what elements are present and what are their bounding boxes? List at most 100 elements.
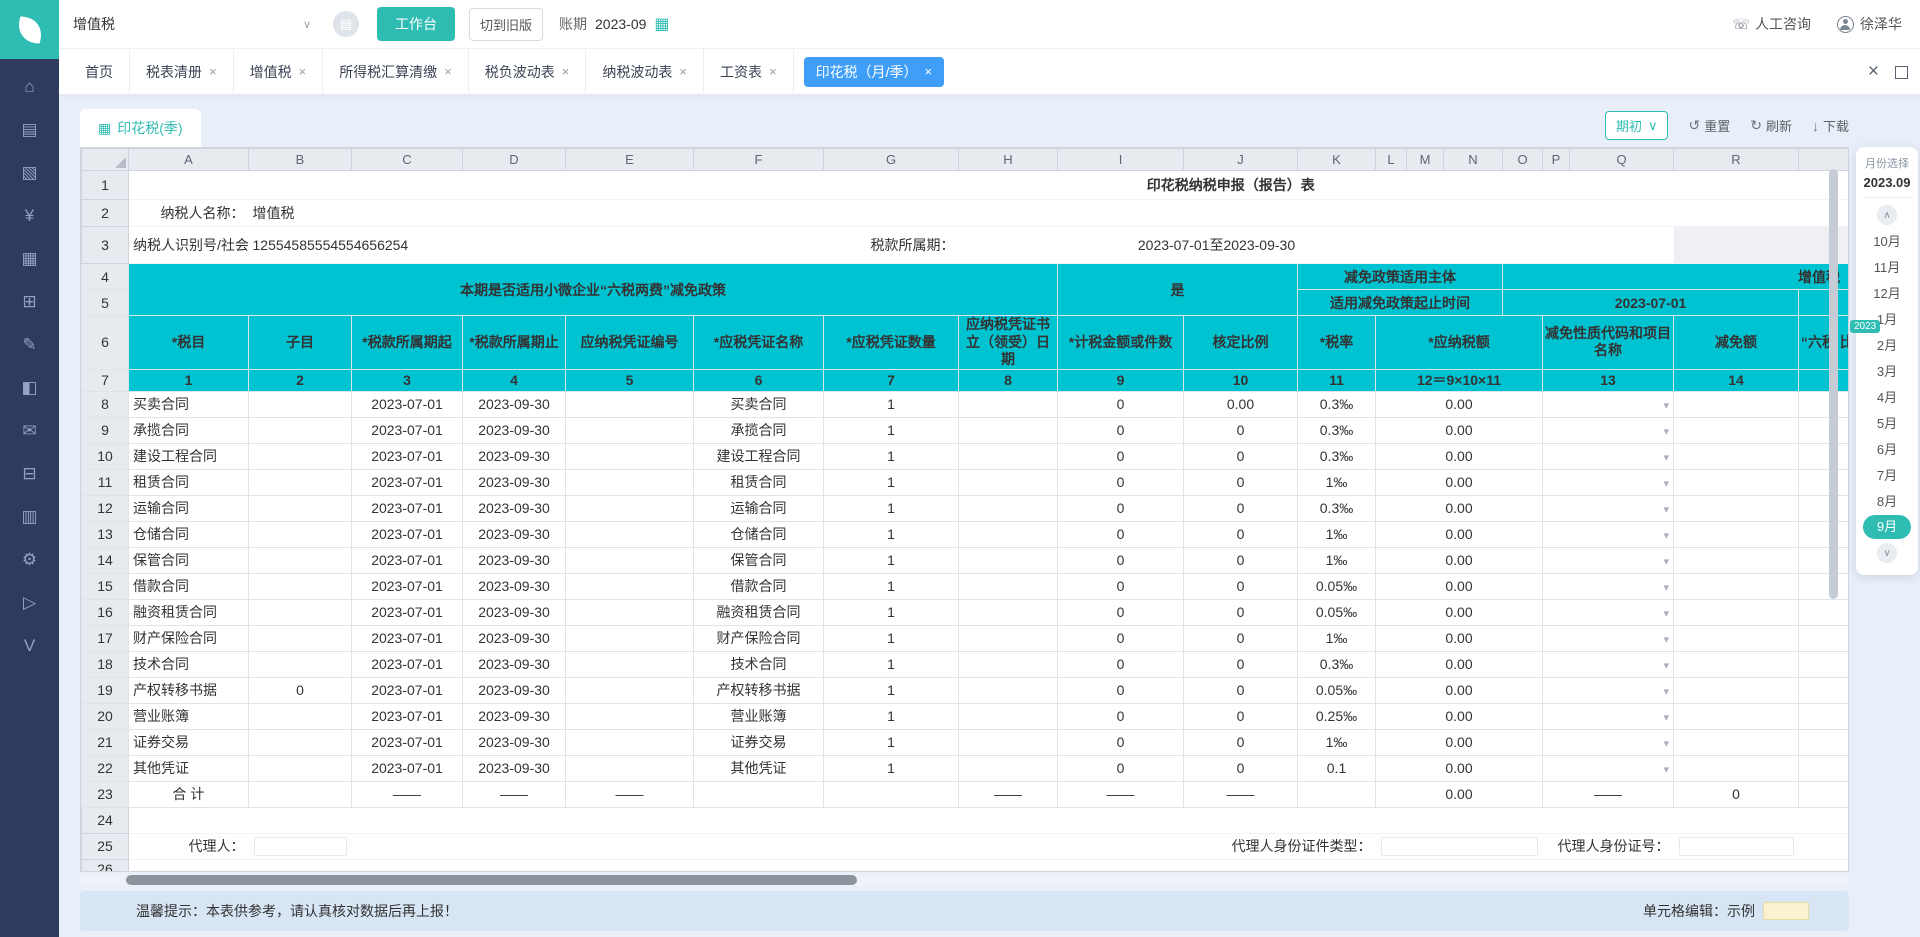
tax-due-cell[interactable]: 0.00: [1375, 442, 1543, 470]
tax-due-cell[interactable]: 0.00: [1375, 598, 1543, 626]
cell[interactable]: [1798, 494, 1848, 522]
cell[interactable]: [1798, 598, 1848, 626]
column-header[interactable]: J: [1183, 148, 1298, 171]
cell[interactable]: [1798, 416, 1848, 444]
total-deduction-cell[interactable]: 0: [1673, 780, 1799, 808]
deduction-amount-cell[interactable]: [1673, 650, 1799, 678]
voucher-name-cell[interactable]: 建设工程合同: [693, 442, 824, 470]
ratio-cell[interactable]: 0: [1183, 520, 1298, 548]
rate-cell[interactable]: 0.05‰: [1297, 598, 1376, 626]
amount-cell[interactable]: 0: [1057, 520, 1184, 548]
ratio-cell[interactable]: 0.00: [1183, 390, 1298, 418]
close-icon[interactable]: ×: [1868, 61, 1879, 83]
ratio-cell[interactable]: 0: [1183, 598, 1298, 626]
settings-gear-icon[interactable]: ⚙: [0, 546, 59, 574]
month-item[interactable]: 9月: [1863, 515, 1911, 539]
tax-due-cell[interactable]: 0.00: [1375, 468, 1543, 496]
amount-cell[interactable]: 0: [1057, 624, 1184, 652]
company-select[interactable]: 增值税 ∨: [73, 14, 311, 34]
column-header[interactable]: P: [1542, 148, 1570, 171]
column-number-cell[interactable]: 7: [823, 368, 959, 392]
period-end-cell[interactable]: 2023-09-30: [462, 520, 566, 548]
column-number-cell[interactable]: 11: [1297, 368, 1376, 392]
voucher-qty-cell[interactable]: 1: [823, 572, 959, 600]
deduction-code-select[interactable]: ▾: [1542, 416, 1674, 444]
amount-cell[interactable]: 0: [1057, 598, 1184, 626]
month-item[interactable]: 7月: [1856, 463, 1918, 489]
deduction-amount-cell[interactable]: [1673, 442, 1799, 470]
close-icon[interactable]: ×: [924, 64, 932, 79]
column-number-cell[interactable]: 8: [958, 368, 1058, 392]
scroll-up-button[interactable]: ∧: [1877, 205, 1897, 225]
period-end-cell[interactable]: 2023-09-30: [462, 546, 566, 574]
tax-due-cell[interactable]: 0.00: [1375, 624, 1543, 652]
row-number[interactable]: 6: [81, 315, 129, 370]
deduction-code-select[interactable]: ▾: [1542, 598, 1674, 626]
issue-date-cell[interactable]: [958, 520, 1058, 548]
column-number-cell[interactable]: 6: [693, 368, 824, 392]
voucher-qty-cell[interactable]: 1: [823, 624, 959, 652]
rate-cell[interactable]: 1‰: [1297, 728, 1376, 756]
cell[interactable]: [958, 226, 1058, 264]
policy-yes-cell[interactable]: 是: [1057, 263, 1298, 316]
month-item[interactable]: 2月: [1856, 333, 1918, 359]
deduction-amount-cell[interactable]: [1673, 572, 1799, 600]
deduction-code-select[interactable]: ▾: [1542, 546, 1674, 574]
month-item[interactable]: 5月: [1856, 411, 1918, 437]
cell[interactable]: [1798, 728, 1848, 756]
voucher-qty-cell[interactable]: 1: [823, 650, 959, 678]
column-title-cell[interactable]: 减免额: [1673, 315, 1799, 370]
column-header[interactable]: B: [248, 148, 352, 171]
calendar-icon[interactable]: ▦: [654, 14, 669, 34]
cell[interactable]: [1798, 468, 1848, 496]
tax-due-cell[interactable]: 0.00: [1375, 416, 1543, 444]
support-link[interactable]: ☏ 人工咨询: [1732, 14, 1811, 34]
policy-time-label-cell[interactable]: 适用减免政策起止时间: [1297, 289, 1503, 316]
issue-date-cell[interactable]: [958, 650, 1058, 678]
rate-cell[interactable]: 0.1: [1297, 754, 1376, 782]
period-start-cell[interactable]: 2023-07-01: [351, 442, 463, 470]
vertical-scrollbar-thumb[interactable]: [1829, 169, 1838, 599]
horizontal-scrollbar[interactable]: [80, 874, 1849, 886]
period-end-cell[interactable]: 2023-09-30: [462, 702, 566, 730]
month-item[interactable]: 11月: [1856, 255, 1918, 281]
horizontal-scrollbar-thumb[interactable]: [126, 875, 857, 885]
sub-item-cell[interactable]: [248, 728, 352, 756]
column-header[interactable]: R: [1673, 148, 1799, 171]
cell[interactable]: [128, 807, 1848, 834]
cell[interactable]: ——: [1057, 780, 1184, 808]
voucher-no-cell[interactable]: [565, 390, 694, 418]
rate-cell[interactable]: 0.3‰: [1297, 494, 1376, 522]
tax-item-cell[interactable]: 产权转移书据: [128, 676, 249, 704]
column-number-cell[interactable]: 4: [462, 368, 566, 392]
deduction-code-select[interactable]: ▾: [1542, 468, 1674, 496]
cell[interactable]: [823, 780, 959, 808]
tax-item-cell[interactable]: 保管合同: [128, 546, 249, 574]
tax-item-cell[interactable]: 证券交易: [128, 728, 249, 756]
tab-1[interactable]: 税表清册 ×: [130, 48, 234, 95]
month-item[interactable]: 4月: [1856, 385, 1918, 411]
row-number[interactable]: 12: [81, 494, 129, 522]
tax-item-cell[interactable]: 其他凭证: [128, 754, 249, 782]
invoice-icon[interactable]: ▤: [333, 11, 359, 37]
voucher-no-cell[interactable]: [565, 728, 694, 756]
tax-due-cell[interactable]: 0.00: [1375, 754, 1543, 782]
cell[interactable]: [1297, 780, 1376, 808]
month-item[interactable]: 6月: [1856, 437, 1918, 463]
period-start-cell[interactable]: 2023-07-01: [351, 390, 463, 418]
cell[interactable]: ——: [462, 780, 566, 808]
tab-7[interactable]: 印花税（月/季） ×: [803, 56, 945, 87]
cell[interactable]: [693, 780, 824, 808]
voucher-no-cell[interactable]: [565, 546, 694, 574]
cell[interactable]: [1798, 650, 1848, 678]
apps-grid-icon[interactable]: ⊞: [0, 288, 59, 316]
close-icon[interactable]: ×: [769, 64, 777, 79]
column-header[interactable]: F: [693, 148, 824, 171]
period-start-cell[interactable]: 2023-07-01: [351, 754, 463, 782]
assets-icon[interactable]: ▥: [0, 503, 59, 531]
column-title-cell[interactable]: 应纳税凭证编号: [565, 315, 694, 370]
amount-cell[interactable]: 0: [1057, 546, 1184, 574]
tab-6[interactable]: 工资表 ×: [704, 48, 794, 95]
deduction-amount-cell[interactable]: [1673, 702, 1799, 730]
issue-date-cell[interactable]: [958, 442, 1058, 470]
